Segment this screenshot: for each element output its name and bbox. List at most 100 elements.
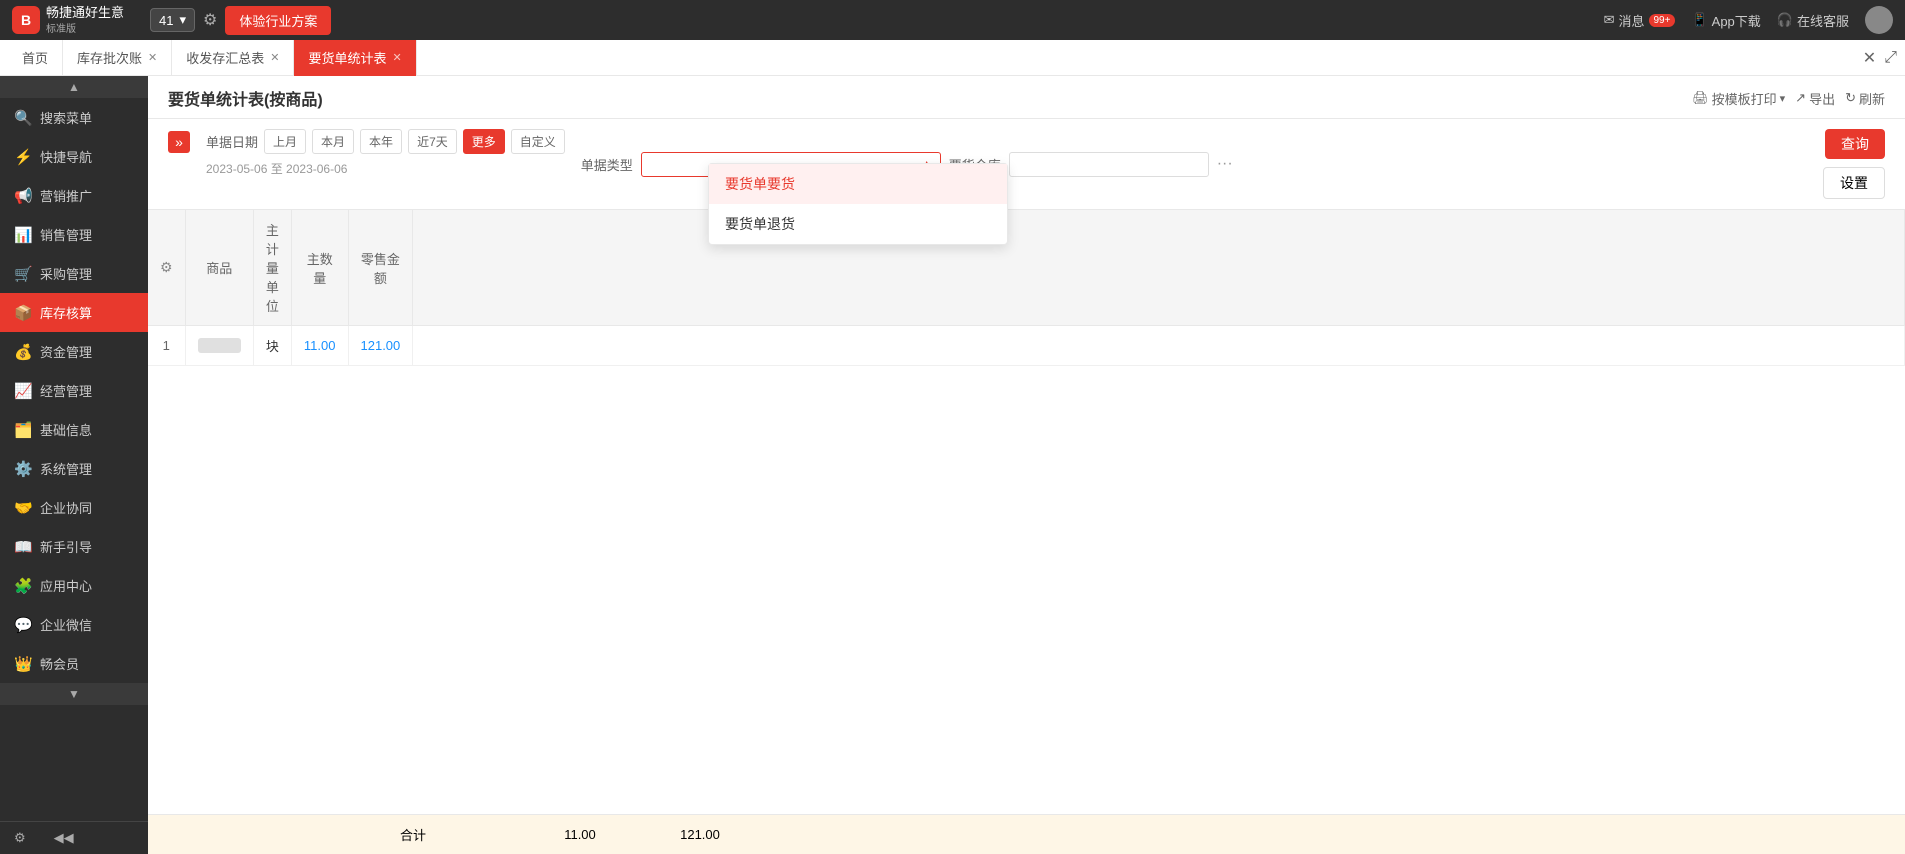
message-icon: ✉ <box>1604 12 1615 28</box>
tab-home[interactable]: 首页 <box>8 40 63 76</box>
tab-close-icon[interactable]: ✕ <box>270 51 279 64</box>
last-month-btn[interactable]: 上月 <box>264 129 306 154</box>
close-tab-icon[interactable]: ✕ <box>1863 48 1876 68</box>
row-quantity[interactable]: 11.00 <box>291 326 348 366</box>
print-icon: 🖨 <box>1692 90 1709 106</box>
settings-icon: ⚙ <box>14 830 26 846</box>
sidebar-item-operation[interactable]: 📈 经营管理 <box>0 371 148 410</box>
page-title-bar: 要货单统计表(按商品) 🖨 按模板打印 ▾ ↗ 导出 ↻ 刷新 <box>168 86 1885 118</box>
tab-bar: 首页 库存批次账 ✕ 收发存汇总表 ✕ 要货单统计表 ✕ ✕ ⤢ <box>0 40 1905 76</box>
sidebar-settings[interactable]: ⚙ <box>0 822 40 854</box>
store-selector[interactable]: 41 ▾ <box>150 8 195 32</box>
warehouse-input[interactable] <box>1009 152 1209 177</box>
store-name: 41 <box>159 13 173 28</box>
tab-order-stats[interactable]: 要货单统计表 ✕ <box>294 40 416 76</box>
this-month-btn[interactable]: 本月 <box>312 129 354 154</box>
sidebar-label: 搜索菜单 <box>40 108 92 127</box>
sidebar-label: 应用中心 <box>40 576 92 595</box>
sidebar-item-basic[interactable]: 🗂️ 基础信息 <box>0 410 148 449</box>
custom-date-btn[interactable]: 自定义 <box>511 129 565 154</box>
avatar[interactable] <box>1865 6 1893 34</box>
expand-tab-icon[interactable]: ⤢ <box>1884 49 1897 67</box>
operation-icon: 📈 <box>14 382 32 400</box>
export-icon: ↗ <box>1795 90 1806 106</box>
sidebar-collapse[interactable]: ◀◀ <box>40 822 88 854</box>
messages-item[interactable]: ✉ 消息 99+ <box>1604 11 1676 30</box>
settings-col-icon[interactable]: ⚙ <box>160 259 173 275</box>
export-button[interactable]: ↗ 导出 <box>1795 89 1835 108</box>
date-range: 2023-05-06 至 2023-06-06 <box>206 160 565 177</box>
sales-icon: 📊 <box>14 226 32 244</box>
trial-button[interactable]: 体验行业方案 <box>225 6 331 35</box>
search-button[interactable]: 查询 <box>1825 129 1885 159</box>
app-download-item[interactable]: 📱 App下载 <box>1691 11 1760 30</box>
sidebar-item-wechat[interactable]: 💬 企业微信 <box>0 605 148 644</box>
expand-button[interactable]: » <box>168 131 190 153</box>
footer-quantity: 11.00 <box>520 827 640 842</box>
app-name: 畅捷通好生意 <box>46 5 124 21</box>
member-icon: 👑 <box>14 655 32 673</box>
header-middle: 41 ▾ ⚙ 体验行业方案 <box>150 6 1596 35</box>
sidebar-item-guide[interactable]: 📖 新手引导 <box>0 527 148 566</box>
date-filter-group: 单据日期 上月 本月 本年 近7天 更多 自定义 2023-05-06 至 20… <box>206 129 565 177</box>
print-button[interactable]: 🖨 按模板打印 ▾ <box>1692 89 1785 108</box>
inventory-icon: 📦 <box>14 304 32 322</box>
basic-icon: 🗂️ <box>14 421 32 439</box>
row-num: 1 <box>148 326 185 366</box>
online-service-item[interactable]: 🎧 在线客服 <box>1777 11 1849 30</box>
sidebar-label: 系统管理 <box>40 459 92 478</box>
sidebar-item-finance[interactable]: 💰 资金管理 <box>0 332 148 371</box>
sidebar-scroll-up[interactable]: ▲ <box>0 76 148 98</box>
gear-icon[interactable]: ⚙ <box>203 10 217 30</box>
refresh-button[interactable]: ↻ 刷新 <box>1845 89 1885 108</box>
sidebar-item-purchase[interactable]: 🛒 采购管理 <box>0 254 148 293</box>
sidebar-item-marketing[interactable]: 📢 营销推广 <box>0 176 148 215</box>
this-year-btn[interactable]: 本年 <box>360 129 402 154</box>
col-settings[interactable]: ⚙ <box>148 210 185 326</box>
refresh-label: 刷新 <box>1859 89 1885 108</box>
settings-button[interactable]: 设置 <box>1823 167 1885 199</box>
messages-label: 消息 <box>1618 11 1644 30</box>
tab-close-icon[interactable]: ✕ <box>148 51 157 64</box>
logo-area: B 畅捷通好生意 标准版 <box>12 5 142 36</box>
col-unit: 主计量单位 <box>253 210 291 326</box>
sidebar-item-app-center[interactable]: 🧩 应用中心 <box>0 566 148 605</box>
more-options-icon[interactable]: ··· <box>1217 155 1233 173</box>
sidebar-item-system[interactable]: ⚙️ 系统管理 <box>0 449 148 488</box>
type-dropdown: 要货单要货 要货单退货 <box>708 163 1008 245</box>
tab-label: 库存批次账 <box>77 48 142 67</box>
data-table: ⚙ 商品 主计量单位 主数量 零售金额 1 <box>148 210 1905 366</box>
finance-icon: 💰 <box>14 343 32 361</box>
last-7-days-btn[interactable]: 近7天 <box>408 129 457 154</box>
footer-amount: 121.00 <box>640 827 760 842</box>
col-product: 商品 <box>185 210 253 326</box>
sidebar-label: 基础信息 <box>40 420 92 439</box>
sidebar-item-enterprise[interactable]: 🤝 企业协同 <box>0 488 148 527</box>
sidebar-scroll-down[interactable]: ▼ <box>0 683 148 705</box>
tab-close-icon[interactable]: ✕ <box>393 51 402 64</box>
tab-inventory-batch[interactable]: 库存批次账 ✕ <box>63 40 172 76</box>
marketing-icon: 📢 <box>14 187 32 205</box>
chevron-down-icon: ▾ <box>179 12 186 28</box>
print-label: 按模板打印 <box>1712 89 1777 108</box>
date-label: 单据日期 <box>206 132 258 151</box>
col-spacer <box>413 210 1905 326</box>
dropdown-item-order-return[interactable]: 要货单退货 <box>709 204 1007 244</box>
filter-bar: » 单据日期 上月 本月 本年 近7天 更多 自定义 2023-05-06 至 … <box>148 119 1905 210</box>
sidebar-item-member[interactable]: 👑 畅会员 <box>0 644 148 683</box>
flash-icon: ⚡ <box>14 148 32 166</box>
table-header-row: ⚙ 商品 主计量单位 主数量 零售金额 <box>148 210 1905 326</box>
sidebar-item-search[interactable]: 🔍 搜索菜单 <box>0 98 148 137</box>
sidebar-item-sales[interactable]: 📊 销售管理 <box>0 215 148 254</box>
row-amount[interactable]: 121.00 <box>348 326 413 366</box>
service-icon: 🎧 <box>1777 12 1793 28</box>
app-download-label: App下载 <box>1712 11 1761 30</box>
dropdown-item-order-goods[interactable]: 要货单要货 <box>709 164 1007 204</box>
chevron-down-icon: ▾ <box>1780 92 1786 105</box>
sidebar-item-quicknav[interactable]: ⚡ 快捷导航 <box>0 137 148 176</box>
more-dates-btn[interactable]: 更多 <box>463 129 505 154</box>
page-title: 要货单统计表(按商品) <box>168 86 323 110</box>
sidebar-item-inventory[interactable]: 📦 库存核算 <box>0 293 148 332</box>
tab-receivable[interactable]: 收发存汇总表 ✕ <box>172 40 294 76</box>
tab-label: 要货单统计表 <box>308 48 386 67</box>
